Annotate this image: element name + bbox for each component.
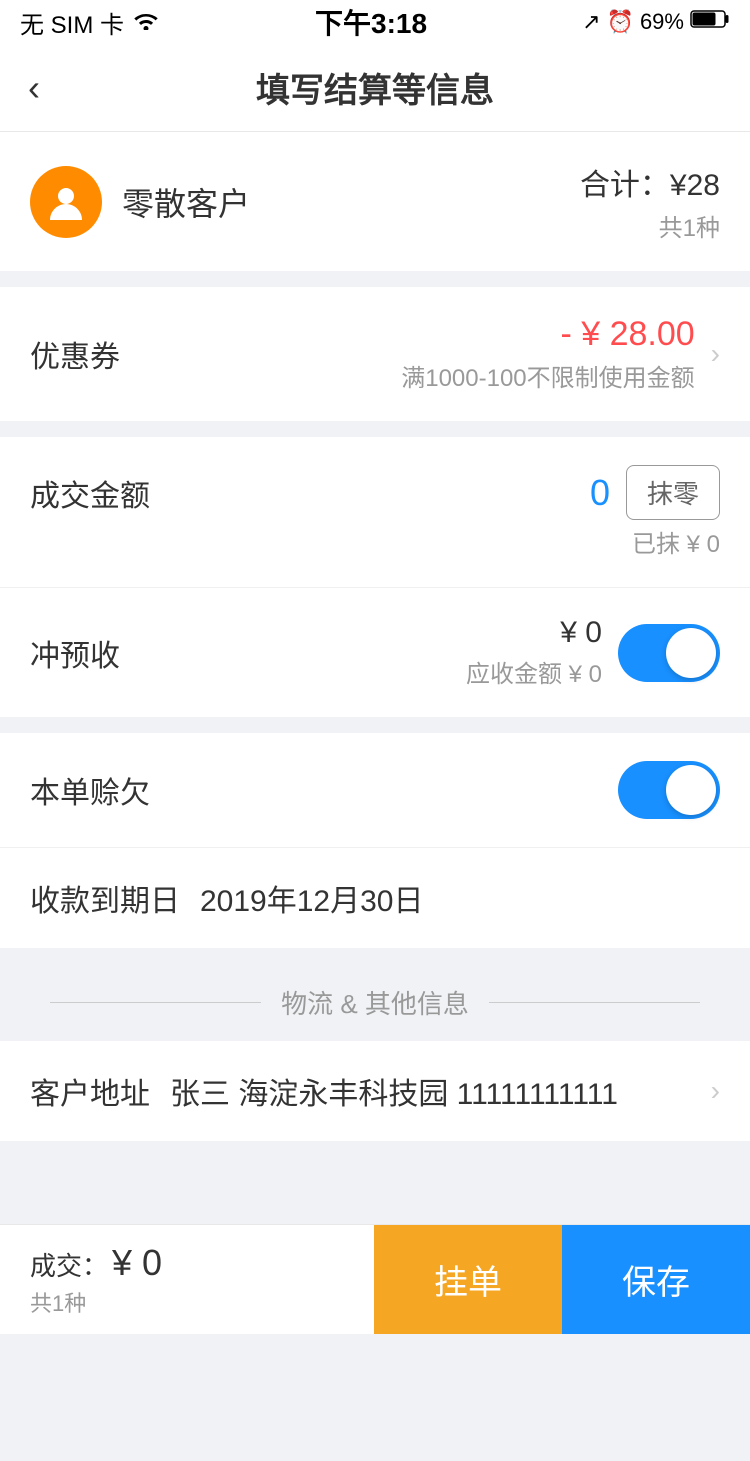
prepay-sub: 应收金额 ¥ 0 xyxy=(466,654,602,689)
credit-section: 本单赊欠 收款到期日 2019年12月30日 xyxy=(0,733,750,948)
total-count: 共1种 xyxy=(580,208,720,243)
deal-amount-right: 0 抹零 xyxy=(590,465,720,520)
wifi-icon xyxy=(132,8,160,37)
amount-section: 成交金额 0 抹零 已抹 ¥ 0 冲预收 ¥ 0 应收金额 ¥ 0 xyxy=(0,437,750,717)
alarm-icon: ⏰ xyxy=(607,9,634,35)
coupon-right: - ¥ 28.00 满1000-100不限制使用金额 › xyxy=(401,315,720,393)
bottom-deal-line: 成交： ¥ 0 xyxy=(30,1242,344,1284)
address-value: 张三 海淀永丰科技园 11111111111 xyxy=(170,1069,691,1113)
nav-bar: ‹ 填写结算等信息 xyxy=(0,44,750,132)
logistics-title: 物流 & 其他信息 xyxy=(281,984,469,1021)
status-right: ↗ ⏰ 69% xyxy=(582,9,730,35)
credit-row: 本单赊欠 xyxy=(0,733,750,848)
prepay-right: ¥ 0 应收金额 ¥ 0 xyxy=(466,616,720,689)
customer-info-left: 零散客户 xyxy=(30,166,250,238)
coupon-chevron-icon: › xyxy=(711,338,720,370)
location-icon: ↗ xyxy=(582,9,600,35)
back-button[interactable]: ‹ xyxy=(28,67,40,109)
due-date-value: 2019年12月30日 xyxy=(200,876,423,920)
coupon-discount: - ¥ 28.00 xyxy=(401,315,694,354)
credit-toggle[interactable] xyxy=(618,761,720,819)
coupon-value-block: - ¥ 28.00 满1000-100不限制使用金额 xyxy=(401,315,694,393)
due-date-label: 收款到期日 xyxy=(30,876,180,920)
deal-amount-sub: 已抹 ¥ 0 xyxy=(30,524,720,559)
total-amount: 合计：¥28 xyxy=(580,160,720,204)
status-bar: 无 SIM 卡 下午3:18 ↗ ⏰ 69% xyxy=(0,0,750,44)
pending-button[interactable]: 挂单 xyxy=(374,1225,562,1334)
page-title: 填写结算等信息 xyxy=(256,63,494,112)
battery-icon xyxy=(690,9,730,35)
prepay-amount: ¥ 0 xyxy=(466,616,602,650)
credit-label: 本单赊欠 xyxy=(30,768,150,812)
sim-status: 无 SIM 卡 xyxy=(20,5,124,40)
due-date-row: 收款到期日 2019年12月30日 xyxy=(0,848,750,948)
bottom-bar: 成交： ¥ 0 共1种 挂单 保存 xyxy=(0,1224,750,1334)
prepay-toggle[interactable] xyxy=(618,624,720,682)
prepay-row: 冲预收 ¥ 0 应收金额 ¥ 0 xyxy=(0,588,750,717)
address-chevron-icon: › xyxy=(711,1075,720,1107)
coupon-desc: 满1000-100不限制使用金额 xyxy=(401,358,694,393)
logistics-header: 物流 & 其他信息 xyxy=(0,964,750,1041)
deal-amount-row: 成交金额 0 抹零 已抹 ¥ 0 xyxy=(0,437,750,588)
address-row[interactable]: 客户地址 张三 海淀永丰科技园 11111111111 › xyxy=(0,1041,750,1141)
avatar xyxy=(30,166,102,238)
bottom-deal-value: ¥ 0 xyxy=(112,1242,162,1284)
prepay-value-block: ¥ 0 应收金额 ¥ 0 xyxy=(466,616,602,689)
prepay-label: 冲预收 xyxy=(30,631,120,675)
battery-level: 69% xyxy=(640,9,684,35)
save-button[interactable]: 保存 xyxy=(562,1225,750,1334)
deal-amount-label: 成交金额 xyxy=(30,471,150,515)
customer-info-right: 合计：¥28 共1种 xyxy=(580,160,720,243)
coupon-section: 优惠券 - ¥ 28.00 满1000-100不限制使用金额 › xyxy=(0,287,750,421)
address-label: 客户地址 xyxy=(30,1069,150,1113)
coupon-label: 优惠券 xyxy=(30,332,120,376)
customer-name: 零散客户 xyxy=(122,179,250,225)
round-zero-button[interactable]: 抹零 xyxy=(626,465,720,520)
status-time: 下午3:18 xyxy=(315,2,427,42)
bottom-deal-label: 成交： xyxy=(30,1246,108,1283)
customer-card: 零散客户 合计：¥28 共1种 xyxy=(0,132,750,271)
bottom-buttons: 挂单 保存 xyxy=(374,1225,750,1334)
coupon-row[interactable]: 优惠券 - ¥ 28.00 满1000-100不限制使用金额 › xyxy=(0,287,750,421)
bottom-summary: 成交： ¥ 0 共1种 xyxy=(0,1242,374,1318)
status-left: 无 SIM 卡 xyxy=(20,5,160,40)
credit-toggle-knob xyxy=(666,765,716,815)
bottom-count: 共1种 xyxy=(30,1286,344,1318)
deal-amount-value: 0 xyxy=(590,472,610,514)
prepay-toggle-knob xyxy=(666,628,716,678)
